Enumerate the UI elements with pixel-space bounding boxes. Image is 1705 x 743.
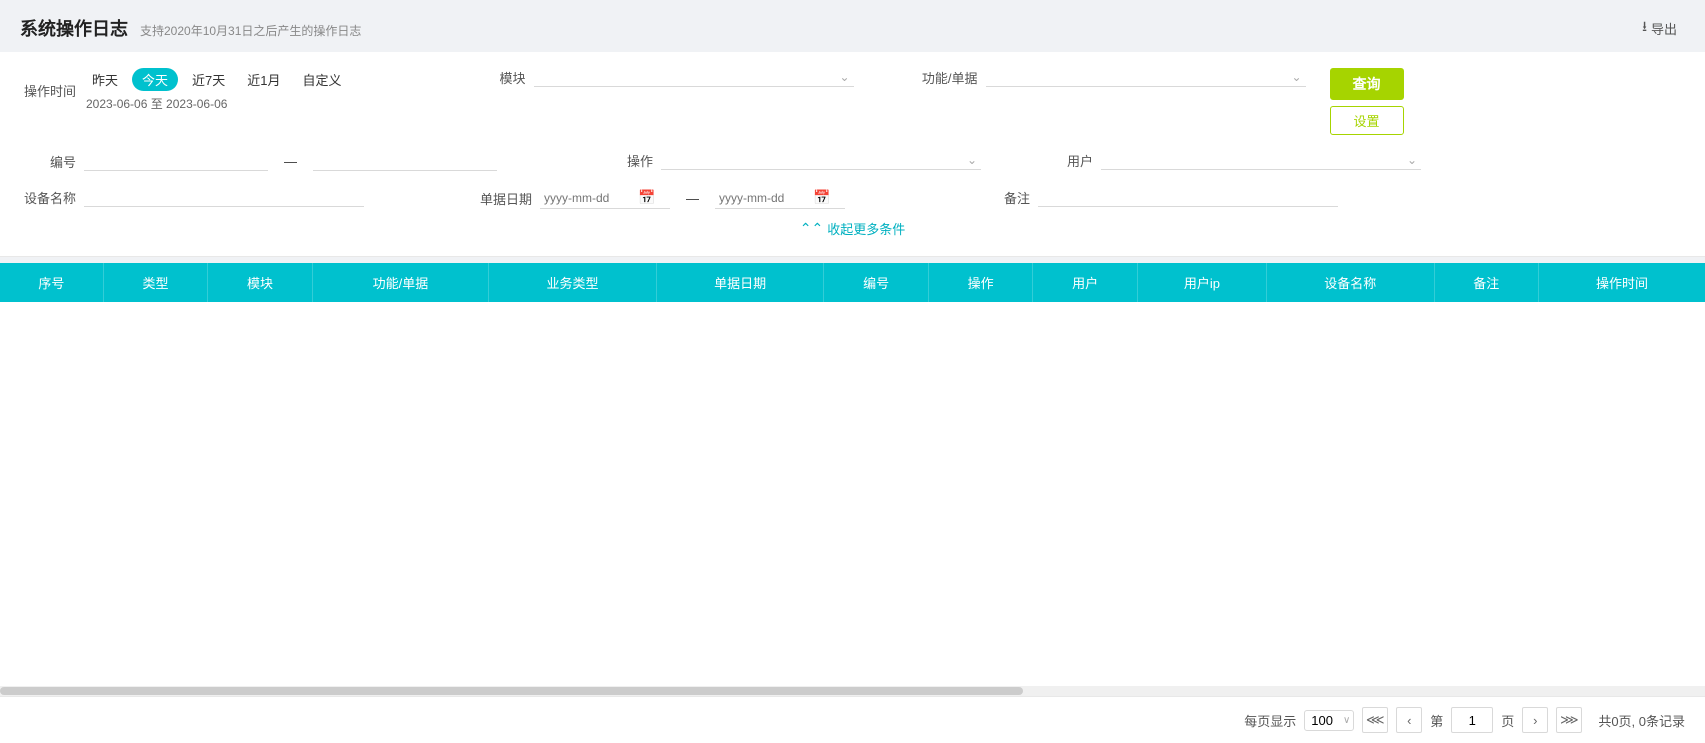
number-to-input[interactable] bbox=[313, 151, 497, 171]
query-button[interactable]: 查询 bbox=[1330, 68, 1404, 100]
operation-time-filter: 操作时间 昨天 今天 近7天 近1月 自定义 2023-06-06 至 2023… bbox=[20, 68, 350, 112]
page-subtitle: 支持2020年10月31日之后产生的操作日志 bbox=[140, 22, 361, 39]
device-filter: 设备名称 bbox=[20, 187, 364, 207]
settings-button[interactable]: 设置 bbox=[1330, 106, 1404, 135]
function-label: 功能/单据 bbox=[910, 68, 978, 87]
time-btn-today[interactable]: 今天 bbox=[132, 68, 178, 91]
operation-time-label: 操作时间 bbox=[20, 81, 76, 100]
voucher-date-label: 单据日期 bbox=[464, 189, 532, 208]
col-device: 设备名称 bbox=[1266, 263, 1434, 302]
page-label: 第 bbox=[1430, 711, 1443, 730]
export-icon: ⭳ bbox=[1642, 16, 1647, 40]
operation-filter: 操作 ⌄ bbox=[597, 151, 977, 170]
col-voucher-date: 单据日期 bbox=[656, 263, 824, 302]
filter-row-3: 设备名称 单据日期 📅 — 📅 备注 bbox=[20, 187, 1685, 209]
time-filter-group: 昨天 今天 近7天 近1月 自定义 2023-06-06 至 2023-06-0… bbox=[84, 68, 350, 112]
export-button[interactable]: ⭳ 导出 bbox=[1634, 12, 1685, 44]
device-input[interactable] bbox=[84, 187, 364, 207]
empty-area bbox=[0, 302, 1705, 622]
time-btn-custom[interactable]: 自定义 bbox=[295, 68, 350, 91]
col-user-ip: 用户ip bbox=[1137, 263, 1266, 302]
collapse-bar[interactable]: ⌃⌃ 收起更多条件 bbox=[20, 213, 1685, 248]
pagination-bar: 每页显示 100 50 200 ⋘ ‹ 第 页 › ⋙ 共0页, 0条记录 bbox=[0, 696, 1705, 743]
time-btn-1month[interactable]: 近1月 bbox=[239, 68, 288, 91]
date-to-input[interactable] bbox=[719, 191, 809, 205]
col-number: 编号 bbox=[824, 263, 928, 302]
scrollbar-thumb bbox=[0, 687, 1023, 695]
page-end-label: 页 bbox=[1501, 711, 1514, 730]
col-seq: 序号 bbox=[0, 263, 103, 302]
time-buttons: 昨天 今天 近7天 近1月 自定义 bbox=[84, 68, 350, 91]
col-remark: 备注 bbox=[1434, 263, 1538, 302]
operation-chevron-icon: ⌄ bbox=[967, 153, 977, 167]
col-function: 功能/单据 bbox=[312, 263, 488, 302]
filter-panel: 操作时间 昨天 今天 近7天 近1月 自定义 2023-06-06 至 2023… bbox=[0, 52, 1705, 257]
page-size-label: 每页显示 bbox=[1244, 711, 1296, 730]
module-filter: 模块 ⌄ bbox=[470, 68, 850, 87]
user-select[interactable]: ⌄ bbox=[1101, 151, 1421, 170]
function-select[interactable]: ⌄ bbox=[986, 68, 1306, 87]
data-table: 序号 类型 模块 功能/单据 业务类型 单据日期 编号 操作 用户 用户ip 设… bbox=[0, 263, 1705, 302]
user-chevron-icon: ⌄ bbox=[1407, 153, 1417, 167]
first-page-button[interactable]: ⋘ bbox=[1362, 707, 1388, 733]
user-label: 用户 bbox=[1037, 151, 1093, 170]
date-from-field[interactable]: 📅 bbox=[540, 187, 670, 209]
next-page-button[interactable]: › bbox=[1522, 707, 1548, 733]
page-header: 系统操作日志 支持2020年10月31日之后产生的操作日志 ⭳ 导出 bbox=[0, 0, 1705, 52]
export-label: 导出 bbox=[1651, 19, 1677, 38]
number-from-input[interactable] bbox=[84, 151, 268, 171]
number-filter: 编号 — bbox=[20, 151, 497, 171]
action-buttons: 查询 设置 bbox=[1330, 68, 1404, 135]
date-separator: — bbox=[678, 191, 707, 206]
operation-select[interactable]: ⌄ bbox=[661, 151, 981, 170]
col-user: 用户 bbox=[1033, 263, 1137, 302]
time-btn-7days[interactable]: 近7天 bbox=[184, 68, 233, 91]
filter-row-2: 编号 — 操作 ⌄ 用户 ⌄ bbox=[20, 151, 1685, 171]
header-left: 系统操作日志 支持2020年10月31日之后产生的操作日志 bbox=[20, 15, 361, 41]
function-chevron-icon: ⌄ bbox=[1291, 70, 1301, 84]
device-label: 设备名称 bbox=[20, 188, 76, 207]
page-number-input[interactable] bbox=[1451, 707, 1493, 733]
user-filter: 用户 ⌄ bbox=[1037, 151, 1437, 170]
time-btn-yesterday[interactable]: 昨天 bbox=[84, 68, 126, 91]
filter-row-1: 操作时间 昨天 今天 近7天 近1月 自定义 2023-06-06 至 2023… bbox=[20, 68, 1685, 135]
col-type: 类型 bbox=[103, 263, 207, 302]
col-operation: 操作 bbox=[928, 263, 1032, 302]
remark-filter: 备注 bbox=[974, 187, 1374, 207]
page-size-select[interactable]: 100 50 200 bbox=[1304, 710, 1354, 731]
horizontal-scrollbar[interactable] bbox=[0, 686, 1705, 696]
col-module: 模块 bbox=[208, 263, 312, 302]
number-separator: — bbox=[276, 154, 305, 169]
module-chevron-icon: ⌄ bbox=[839, 70, 849, 84]
table-header-row: 序号 类型 模块 功能/单据 业务类型 单据日期 编号 操作 用户 用户ip 设… bbox=[0, 263, 1705, 302]
last-page-button[interactable]: ⋙ bbox=[1556, 707, 1582, 733]
remark-input[interactable] bbox=[1038, 187, 1338, 207]
remark-label: 备注 bbox=[974, 188, 1030, 207]
prev-page-button[interactable]: ‹ bbox=[1396, 707, 1422, 733]
module-label: 模块 bbox=[470, 68, 526, 87]
module-select[interactable]: ⌄ bbox=[534, 68, 854, 87]
page-container: 系统操作日志 支持2020年10月31日之后产生的操作日志 ⭳ 导出 操作时间 … bbox=[0, 0, 1705, 743]
calendar-to-icon[interactable]: 📅 bbox=[813, 189, 830, 206]
number-label: 编号 bbox=[20, 152, 76, 171]
calendar-from-icon[interactable]: 📅 bbox=[638, 189, 655, 206]
collapse-icon: ⌃⌃ bbox=[800, 220, 823, 237]
operation-label: 操作 bbox=[597, 151, 653, 170]
collapse-label: 收起更多条件 bbox=[827, 219, 905, 238]
date-from-input[interactable] bbox=[544, 191, 634, 205]
date-to-field[interactable]: 📅 bbox=[715, 187, 845, 209]
date-range-display: 2023-06-06 至 2023-06-06 bbox=[84, 95, 350, 112]
col-op-time: 操作时间 bbox=[1539, 263, 1705, 302]
voucher-date-filter: 单据日期 📅 — 📅 bbox=[464, 187, 914, 209]
table-container: 序号 类型 模块 功能/单据 业务类型 单据日期 编号 操作 用户 用户ip 设… bbox=[0, 263, 1705, 686]
col-biz-type: 业务类型 bbox=[489, 263, 657, 302]
page-title: 系统操作日志 bbox=[20, 15, 128, 41]
page-size-select-wrap: 100 50 200 bbox=[1304, 710, 1354, 731]
table-header: 序号 类型 模块 功能/单据 业务类型 单据日期 编号 操作 用户 用户ip 设… bbox=[0, 263, 1705, 302]
pagination-summary: 共0页, 0条记录 bbox=[1598, 711, 1685, 730]
function-filter: 功能/单据 ⌄ bbox=[910, 68, 1310, 87]
